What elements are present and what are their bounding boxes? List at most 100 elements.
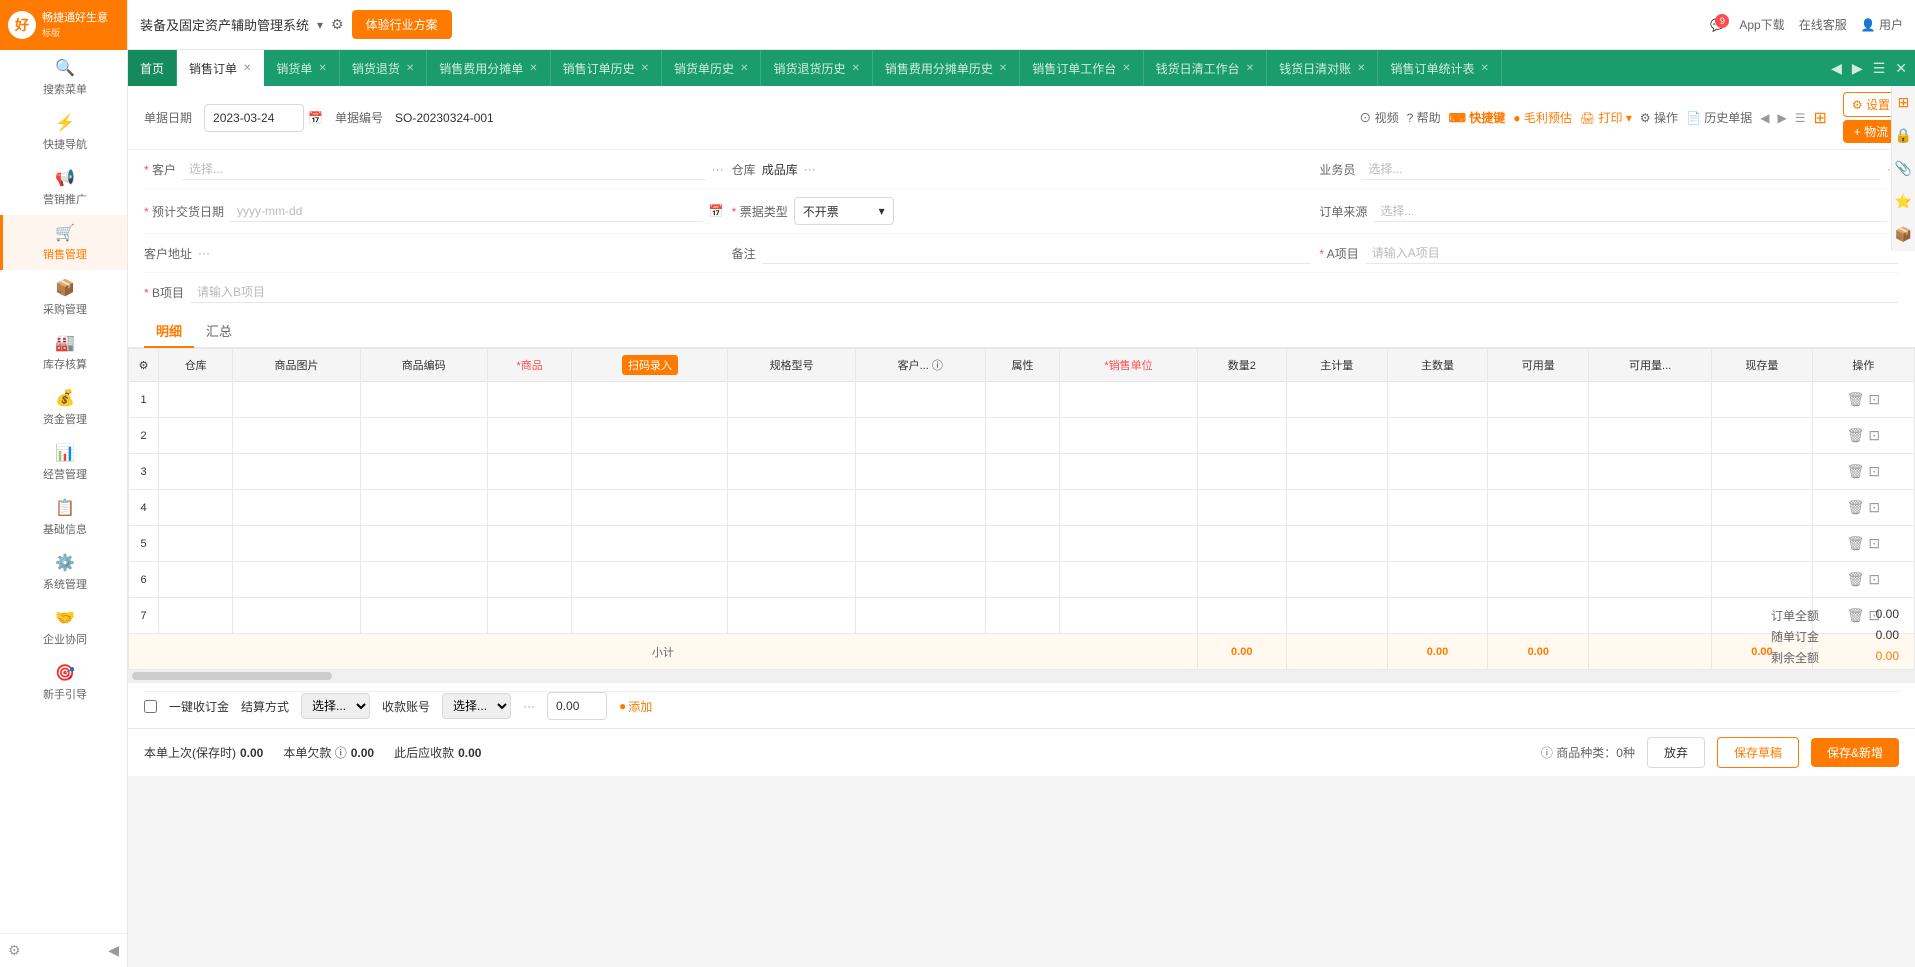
row-customer-code[interactable] bbox=[855, 418, 985, 454]
save-draft-button[interactable]: 保存草稿 bbox=[1717, 737, 1799, 768]
tab-close-icon[interactable]: ✕ bbox=[1122, 63, 1130, 74]
row-customer-code[interactable] bbox=[855, 382, 985, 418]
sidebar-item-enterprise[interactable]: 🤝 企业协同 bbox=[0, 600, 127, 655]
customer-input[interactable] bbox=[182, 158, 706, 180]
date-input[interactable] bbox=[204, 104, 304, 132]
tab-close-icon[interactable]: ✕ bbox=[1481, 63, 1489, 74]
tab-close-icon[interactable]: ✕ bbox=[641, 63, 649, 74]
sidebar-item-quicknav[interactable]: ⚡ 快捷导航 bbox=[0, 105, 127, 160]
tab-close-icon[interactable]: ✕ bbox=[406, 63, 414, 74]
tab-stats[interactable]: 销售订单统计表 ✕ bbox=[1378, 50, 1501, 86]
section-tab-detail[interactable]: 明细 bbox=[144, 315, 194, 348]
row-qty2[interactable] bbox=[1197, 418, 1286, 454]
settings-bottom-icon[interactable]: ⚙ bbox=[8, 942, 21, 959]
row-delete-btn[interactable]: 🗑 bbox=[1847, 427, 1865, 444]
one-click-checkbox[interactable] bbox=[144, 700, 157, 713]
row-product[interactable] bbox=[487, 418, 572, 454]
row-attribute[interactable] bbox=[985, 454, 1059, 490]
row-current[interactable] bbox=[1712, 418, 1813, 454]
row-warehouse[interactable] bbox=[159, 454, 233, 490]
action-btn[interactable]: ⚙ 操作 bbox=[1640, 109, 1678, 126]
tab-home[interactable]: 首页 bbox=[128, 50, 177, 86]
row-main-unit[interactable] bbox=[1286, 418, 1387, 454]
topbar-settings-icon[interactable]: ⚙ bbox=[331, 16, 344, 33]
row-image[interactable] bbox=[233, 382, 360, 418]
payment-method-select[interactable]: 选择... bbox=[301, 693, 370, 719]
tab-next-btn[interactable]: ▶ bbox=[1848, 60, 1867, 77]
sidebar-item-search[interactable]: 🔍 搜索菜单 bbox=[0, 50, 127, 105]
row-delete-btn[interactable]: 🗑 bbox=[1847, 463, 1865, 480]
row-available2[interactable] bbox=[1589, 382, 1712, 418]
row-code[interactable] bbox=[360, 454, 487, 490]
tab-daily-workbench[interactable]: 钱货日清工作台 ✕ bbox=[1144, 50, 1267, 86]
row-available[interactable] bbox=[1488, 418, 1589, 454]
grid-view-icon[interactable]: ☰ bbox=[1795, 111, 1806, 125]
online-service[interactable]: 在线客服 bbox=[1799, 16, 1847, 33]
invoice-select[interactable]: 不开票 ▾ bbox=[794, 197, 894, 225]
tab-close-icon[interactable]: ✕ bbox=[243, 63, 251, 74]
row-main-unit[interactable] bbox=[1286, 454, 1387, 490]
tab-order-workbench[interactable]: 销售订单工作台 ✕ bbox=[1020, 50, 1143, 86]
row-unit[interactable] bbox=[1060, 454, 1197, 490]
delivery-input[interactable] bbox=[230, 200, 703, 222]
tab-close-icon[interactable]: ✕ bbox=[1246, 63, 1254, 74]
row-qty2[interactable] bbox=[1197, 454, 1286, 490]
nav-next-icon[interactable]: ▶ bbox=[1777, 111, 1786, 125]
scan-btn[interactable]: 扫码录入 bbox=[622, 355, 678, 375]
save-new-button[interactable]: 保存&新增 bbox=[1811, 738, 1899, 767]
sidebar-item-guide[interactable]: 🎯 新手引导 bbox=[0, 655, 127, 710]
row-image[interactable] bbox=[233, 454, 360, 490]
row-main-qty[interactable] bbox=[1387, 454, 1488, 490]
tab-return-history[interactable]: 销货退货历史 ✕ bbox=[761, 50, 872, 86]
tab-menu-btn[interactable]: ☰ bbox=[1869, 60, 1890, 77]
tab-prev-btn[interactable]: ◀ bbox=[1827, 60, 1846, 77]
row-spec[interactable] bbox=[728, 454, 855, 490]
sidebar-item-finance[interactable]: 💰 资金管理 bbox=[0, 380, 127, 435]
row-qty2[interactable] bbox=[1197, 382, 1286, 418]
scroll-thumb[interactable] bbox=[132, 672, 332, 680]
profit-btn[interactable]: ● 毛利预估 bbox=[1513, 109, 1572, 126]
sidebar-item-sales[interactable]: 🛒 销售管理 bbox=[0, 215, 127, 270]
row-main-unit[interactable] bbox=[1286, 382, 1387, 418]
tab-close-icon[interactable]: ✕ bbox=[740, 63, 748, 74]
system-dropdown-icon[interactable]: ▾ bbox=[317, 18, 323, 32]
row-warehouse[interactable] bbox=[159, 418, 233, 454]
b-project-input[interactable] bbox=[190, 281, 1899, 303]
row-attribute[interactable] bbox=[985, 418, 1059, 454]
app-download[interactable]: App下载 bbox=[1739, 16, 1784, 33]
row-delete-btn[interactable]: 🗑 bbox=[1847, 391, 1865, 408]
row-copy-btn[interactable]: ⊡ bbox=[1868, 463, 1880, 480]
row-current[interactable] bbox=[1712, 454, 1813, 490]
row-product[interactable] bbox=[487, 454, 572, 490]
right-panel-icon-4[interactable]: ⭐ bbox=[1891, 189, 1915, 214]
tab-expense[interactable]: 销售费用分摊单 ✕ bbox=[427, 50, 550, 86]
row-unit[interactable] bbox=[1060, 382, 1197, 418]
tab-close-icon[interactable]: ✕ bbox=[851, 63, 859, 74]
history-btn[interactable]: 📄 历史单据 bbox=[1686, 109, 1752, 126]
row-available[interactable] bbox=[1488, 454, 1589, 490]
tab-order-history[interactable]: 销售订单历史 ✕ bbox=[551, 50, 662, 86]
collapse-icon[interactable]: ◀ bbox=[108, 942, 119, 959]
section-tab-summary[interactable]: 汇总 bbox=[194, 315, 244, 348]
row-copy-btn[interactable]: ⊡ bbox=[1868, 427, 1880, 444]
row-warehouse[interactable] bbox=[159, 490, 233, 526]
tab-close-icon[interactable]: ✕ bbox=[1357, 63, 1365, 74]
row-copy-btn[interactable]: ⊡ bbox=[1868, 499, 1880, 516]
message-badge[interactable]: 💬 9 bbox=[1710, 18, 1725, 32]
tab-sales-slip[interactable]: 销货单 ✕ bbox=[264, 50, 339, 86]
tab-close-icon[interactable]: ✕ bbox=[999, 63, 1007, 74]
row-attribute[interactable] bbox=[985, 382, 1059, 418]
tab-close-icon[interactable]: ✕ bbox=[529, 63, 537, 74]
row-delete-btn[interactable]: 🗑 bbox=[1847, 499, 1865, 516]
view-btn[interactable]: ⊙ 视频 bbox=[1359, 109, 1398, 126]
row-delete-btn[interactable]: 🗑 bbox=[1847, 535, 1865, 552]
row-current[interactable] bbox=[1712, 382, 1813, 418]
sidebar-item-inventory[interactable]: 🏭 库存核算 bbox=[0, 325, 127, 380]
help-btn[interactable]: ? 帮助 bbox=[1407, 109, 1441, 126]
discard-button[interactable]: 放弃 bbox=[1647, 737, 1705, 768]
account-expand-icon[interactable]: ··· bbox=[523, 699, 535, 713]
row-main-qty[interactable] bbox=[1387, 418, 1488, 454]
right-panel-icon-1[interactable]: ⊞ bbox=[1894, 90, 1914, 115]
note-input[interactable] bbox=[762, 242, 1312, 264]
warehouse-expand-icon[interactable]: ··· bbox=[804, 162, 816, 176]
